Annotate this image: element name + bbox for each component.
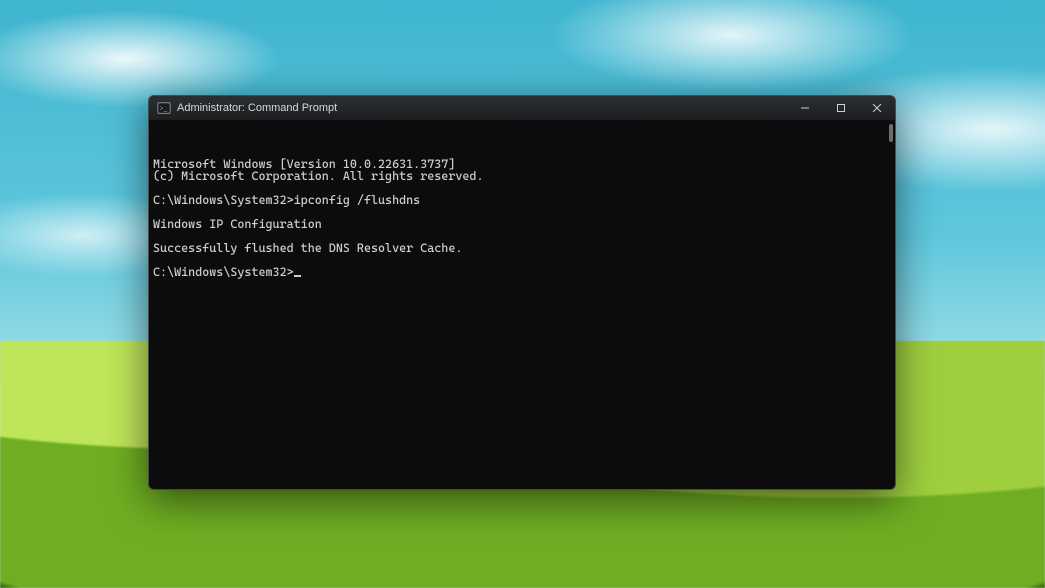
titlebar[interactable]: >_ Administrator: Command Prompt	[149, 96, 895, 120]
maximize-button[interactable]	[823, 96, 859, 120]
minimize-button[interactable]	[787, 96, 823, 120]
window-title: Administrator: Command Prompt	[177, 102, 337, 114]
terminal-line: Successfully flushed the DNS Resolver Ca…	[153, 242, 891, 254]
maximize-icon	[836, 103, 846, 113]
terminal-cursor	[294, 275, 301, 277]
terminal-output[interactable]: Microsoft Windows [Version 10.0.22631.37…	[149, 120, 895, 489]
close-button[interactable]	[859, 96, 895, 120]
terminal-line: C:\Windows\System32>	[153, 266, 891, 278]
svg-text:>_: >_	[160, 105, 168, 113]
desktop-wallpaper: >_ Administrator: Command Prompt Microso…	[0, 0, 1045, 588]
scrollbar-thumb[interactable]	[889, 124, 893, 142]
terminal-line: (c) Microsoft Corporation. All rights re…	[153, 170, 891, 182]
close-icon	[872, 103, 882, 113]
cmd-window: >_ Administrator: Command Prompt Microso…	[148, 95, 896, 490]
terminal-line: Windows IP Configuration	[153, 218, 891, 230]
minimize-icon	[800, 103, 810, 113]
cmd-icon: >_	[157, 101, 171, 115]
terminal-line: C:\Windows\System32>ipconfig /flushdns	[153, 194, 891, 206]
